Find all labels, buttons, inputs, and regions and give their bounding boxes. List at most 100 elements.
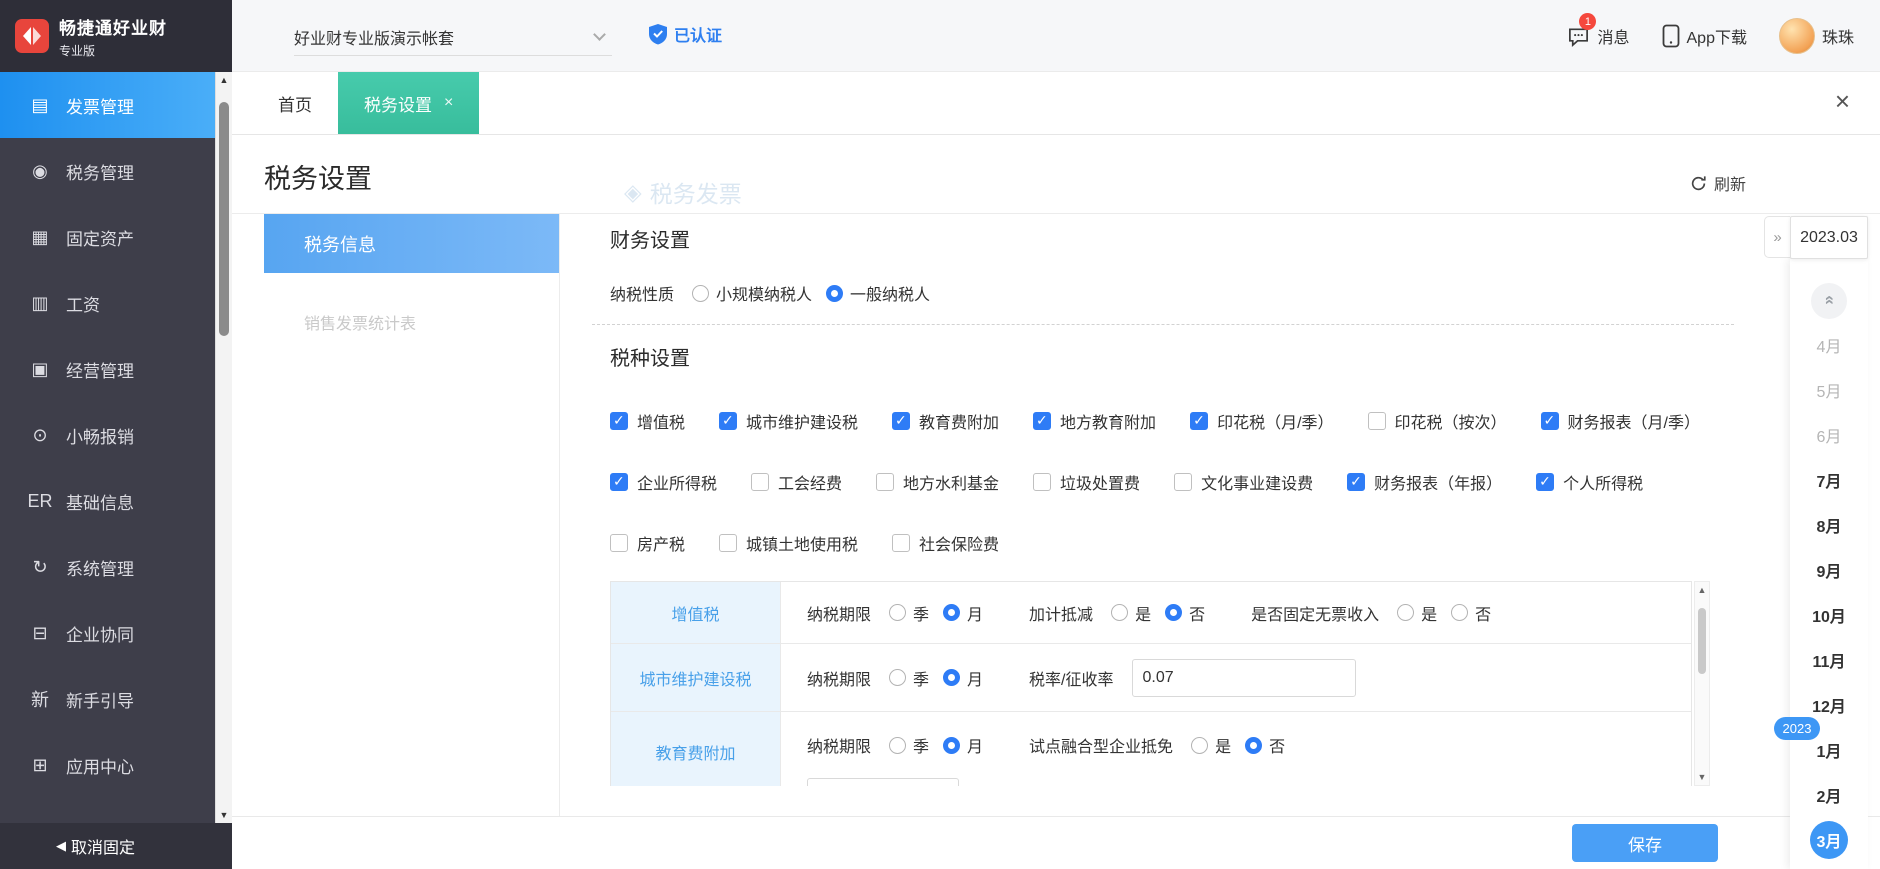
- radio-option[interactable]: 否: [1245, 733, 1285, 757]
- tab-tax-settings[interactable]: 税务设置 ×: [338, 72, 480, 134]
- radio-icon[interactable]: [943, 736, 961, 754]
- checkbox-icon[interactable]: [1190, 412, 1209, 430]
- tax-type-checkbox[interactable]: 城镇土地使用税: [719, 531, 858, 555]
- checkbox-icon[interactable]: [892, 534, 911, 552]
- sidebar-item-reimburse[interactable]: ⊙ 小畅报销: [0, 402, 215, 468]
- sidebar-item-app-center[interactable]: ⊞ 应用中心: [0, 732, 215, 798]
- tax-type-checkbox[interactable]: 文化事业建设费: [1174, 470, 1313, 494]
- month-item[interactable]: 5月: [1790, 367, 1868, 412]
- radio-option[interactable]: 季: [889, 666, 929, 690]
- scroll-up-arrow-icon[interactable]: ▲: [216, 75, 232, 85]
- tax-type-checkbox[interactable]: 社会保险费: [892, 531, 999, 555]
- radio-option[interactable]: 一般纳税人: [826, 281, 930, 305]
- radio-option[interactable]: 是: [1111, 601, 1151, 625]
- sidebar-item-system[interactable]: ↻ 系统管理: [0, 534, 215, 600]
- tax-row-label[interactable]: 教育费附加: [611, 712, 781, 786]
- tab-close-icon[interactable]: ×: [444, 95, 453, 111]
- tax-type-checkbox[interactable]: 个人所得税: [1536, 470, 1643, 494]
- messages-button[interactable]: 1 消息: [1567, 13, 1630, 48]
- checkbox-icon[interactable]: [610, 473, 628, 491]
- radio-option[interactable]: 月: [943, 733, 983, 757]
- radio-icon[interactable]: [1245, 736, 1263, 754]
- sidebar-item-collab[interactable]: ⊟ 企业协同: [0, 600, 215, 666]
- table-scrollbar[interactable]: ▲ ▼: [1694, 581, 1710, 786]
- sidebar-item-fixed-assets[interactable]: ▦ 固定资产: [0, 204, 215, 270]
- nav-item-tax-info[interactable]: 税务信息: [264, 214, 559, 273]
- tax-type-checkbox[interactable]: 教育费附加: [892, 409, 999, 433]
- table-scroll-up-icon[interactable]: ▲: [1695, 585, 1709, 595]
- radio-icon[interactable]: [943, 669, 961, 686]
- radio-icon[interactable]: [1191, 736, 1209, 754]
- checkbox-icon[interactable]: [1033, 473, 1052, 491]
- radio-icon[interactable]: [1165, 604, 1183, 621]
- tax-type-checkbox[interactable]: 财务报表（年报）: [1347, 470, 1502, 494]
- checkbox-icon[interactable]: [892, 412, 911, 430]
- tax-row-label[interactable]: 城市维护建设税: [611, 644, 781, 711]
- radio-icon[interactable]: [889, 736, 907, 754]
- radio-option[interactable]: 月: [943, 666, 983, 690]
- period-panel-expander[interactable]: »: [1764, 216, 1790, 258]
- tax-type-checkbox[interactable]: 垃圾处置费: [1033, 470, 1140, 494]
- checkbox-icon[interactable]: [1367, 412, 1386, 430]
- sidebar-item-guide[interactable]: 新新手引导: [0, 666, 215, 732]
- tax-type-checkbox[interactable]: 企业所得税: [610, 470, 717, 494]
- tax-type-checkbox[interactable]: 地方水利基金: [876, 470, 999, 494]
- checkbox-icon[interactable]: [1174, 473, 1193, 491]
- checkbox-icon[interactable]: [610, 534, 628, 552]
- radio-icon[interactable]: [1451, 604, 1469, 621]
- tax-type-checkbox[interactable]: 工会经费: [751, 470, 842, 494]
- checkbox-icon[interactable]: [719, 534, 738, 552]
- table-scroll-thumb[interactable]: [1698, 608, 1706, 674]
- radio-icon[interactable]: [692, 284, 710, 302]
- month-item[interactable]: 3月: [1790, 817, 1868, 862]
- checkbox-icon[interactable]: [876, 473, 895, 491]
- month-item[interactable]: 2月: [1790, 772, 1868, 817]
- rate-input[interactable]: [1131, 658, 1356, 697]
- checkbox-icon[interactable]: [1033, 412, 1052, 430]
- sidebar-item-base-info[interactable]: ER 基础信息: [0, 468, 215, 534]
- sidebar-scroll-thumb[interactable]: [219, 102, 229, 336]
- month-item[interactable]: 11月: [1790, 637, 1868, 682]
- radio-icon[interactable]: [1397, 604, 1415, 621]
- current-period[interactable]: 2023.03: [1790, 216, 1868, 259]
- checkbox-icon[interactable]: [1536, 473, 1555, 491]
- month-item[interactable]: 6月: [1790, 412, 1868, 457]
- tax-type-checkbox[interactable]: 印花税（月/季）: [1190, 409, 1334, 433]
- month-item[interactable]: 9月: [1790, 547, 1868, 592]
- sidebar-item-salary[interactable]: ▥ 工资: [0, 270, 215, 336]
- radio-icon[interactable]: [943, 604, 961, 621]
- tax-type-checkbox[interactable]: 印花税（按次）: [1367, 409, 1507, 433]
- checkbox-icon[interactable]: [1540, 412, 1559, 430]
- tax-type-checkbox[interactable]: 房产税: [610, 531, 685, 555]
- user-menu[interactable]: 珠珠: [1778, 18, 1854, 54]
- radio-option[interactable]: 季: [889, 733, 929, 757]
- month-item[interactable]: 7月: [1790, 457, 1868, 502]
- checkbox-icon[interactable]: [610, 412, 628, 430]
- sidebar-scrollbar[interactable]: ▲ ▼: [215, 72, 232, 823]
- radio-option[interactable]: 月: [943, 601, 983, 625]
- checkbox-icon[interactable]: [719, 412, 738, 430]
- tax-type-checkbox[interactable]: 城市维护建设税: [719, 409, 858, 433]
- radio-option[interactable]: 否: [1165, 601, 1205, 625]
- tax-type-checkbox[interactable]: 增值税: [610, 409, 685, 433]
- radio-icon[interactable]: [889, 604, 907, 621]
- refresh-button[interactable]: 刷新: [1690, 171, 1746, 195]
- tax-type-checkbox[interactable]: 财务报表（月/季）: [1540, 409, 1700, 433]
- app-download-button[interactable]: App下载: [1662, 24, 1747, 48]
- tax-row-label[interactable]: 增值税: [611, 582, 781, 643]
- tab-home[interactable]: 首页: [252, 72, 338, 134]
- radio-icon[interactable]: [1111, 604, 1129, 621]
- save-button[interactable]: 保存: [1572, 824, 1718, 862]
- tax-type-checkbox[interactable]: 地方教育附加: [1033, 409, 1156, 433]
- radio-icon[interactable]: [826, 284, 844, 302]
- month-item[interactable]: 8月: [1790, 502, 1868, 547]
- sidebar-item-operations[interactable]: ▣ 经营管理: [0, 336, 215, 402]
- checkbox-icon[interactable]: [1347, 473, 1366, 491]
- radio-option[interactable]: 是: [1191, 733, 1231, 757]
- radio-option[interactable]: 否: [1451, 601, 1491, 625]
- checkbox-icon[interactable]: [751, 473, 770, 491]
- partial-input[interactable]: [807, 778, 959, 786]
- sidebar-item-invoice[interactable]: ▤ 发票管理: [0, 72, 215, 138]
- scroll-down-arrow-icon[interactable]: ▼: [216, 810, 232, 820]
- account-book-selector[interactable]: 好业财专业版演示帐套: [294, 18, 612, 56]
